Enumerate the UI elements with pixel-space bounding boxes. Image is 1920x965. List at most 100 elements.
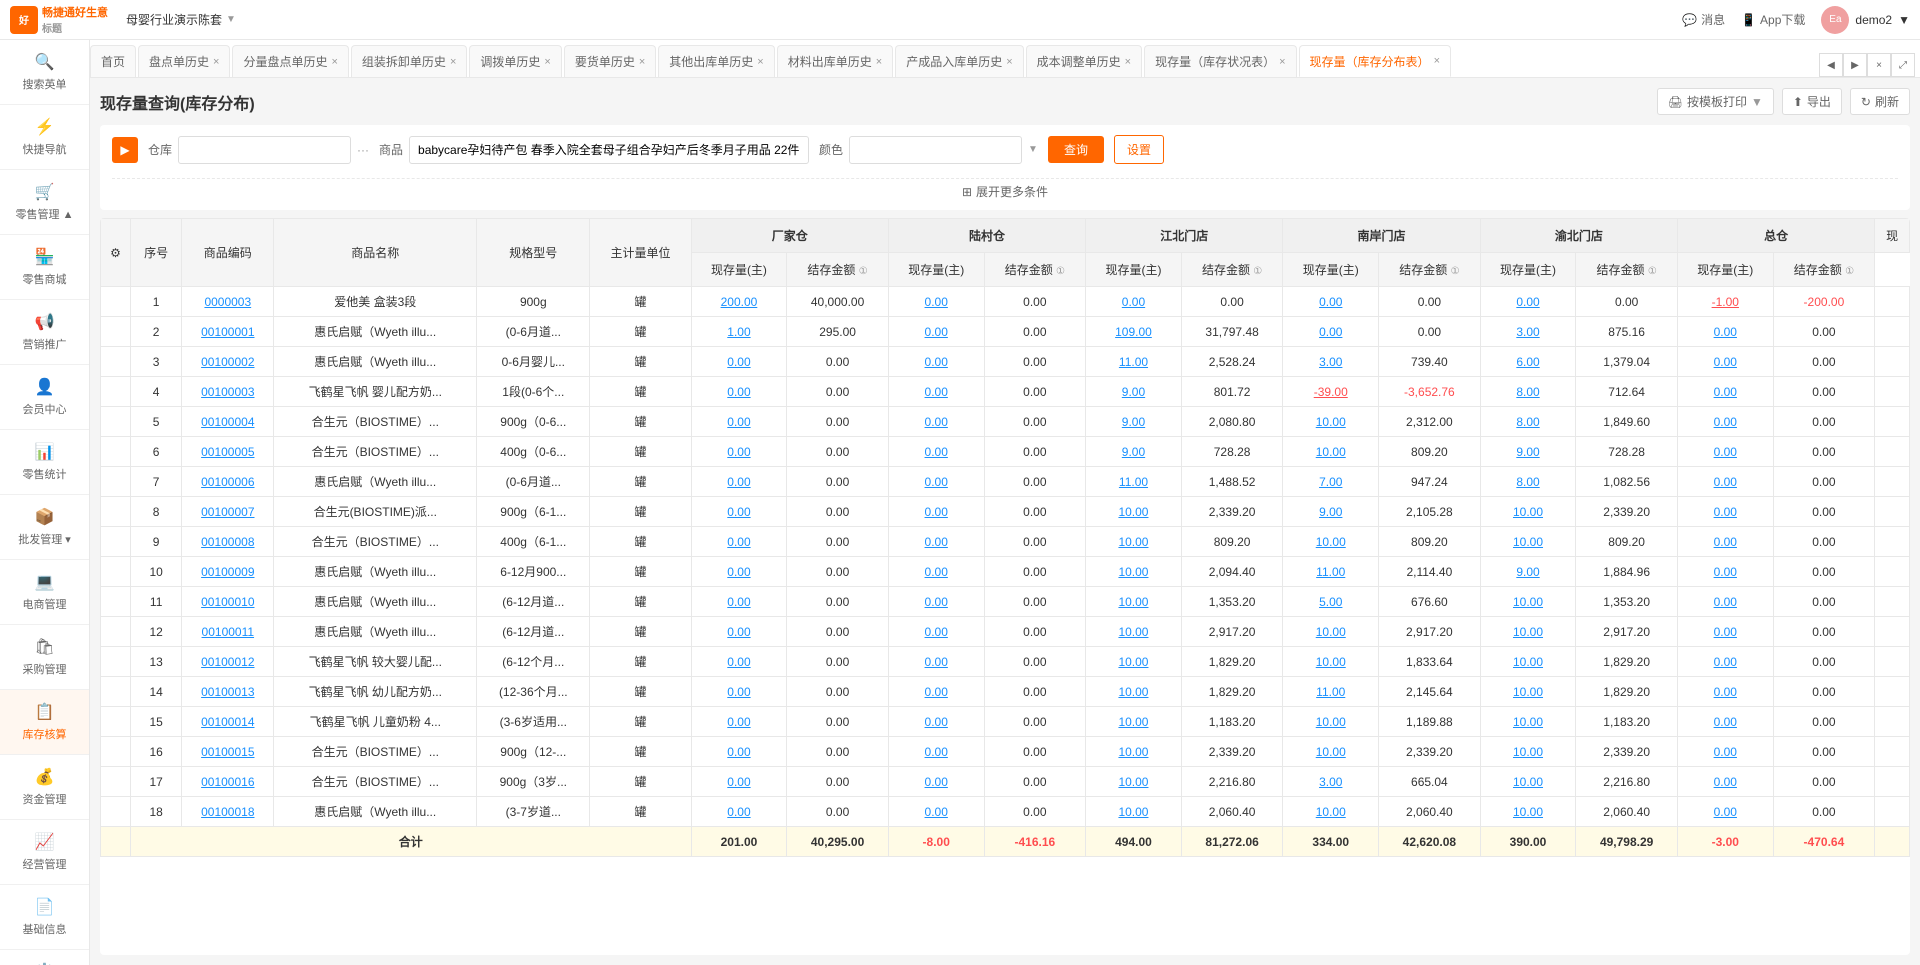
sidebar-item-finance[interactable]: 💰 资金管理 bbox=[0, 755, 89, 820]
tab-close-t1[interactable]: × bbox=[213, 56, 219, 68]
sidebar-item-purchase[interactable]: 🛍 采购管理 bbox=[0, 625, 89, 690]
tab-t11[interactable]: 现存量（库存分布表） × bbox=[1299, 45, 1451, 77]
tab-t4[interactable]: 调拨单历史 × bbox=[469, 45, 561, 77]
selector[interactable]: 母婴行业演示陈套 ▼ bbox=[126, 11, 236, 28]
search-icon: 🔍 bbox=[5, 52, 84, 72]
operations-icon: 📈 bbox=[5, 832, 84, 852]
wholesale-icon: 📦 bbox=[5, 507, 84, 527]
tab-t2[interactable]: 分量盘点单历史 × bbox=[232, 45, 348, 77]
messages-btn[interactable]: 💬 消息 bbox=[1682, 11, 1725, 28]
user-area[interactable]: Ea demo2 ▼ bbox=[1821, 6, 1910, 34]
tab-close-t6[interactable]: × bbox=[757, 56, 763, 68]
wh6-info-icon[interactable]: ① bbox=[1845, 266, 1854, 277]
sidebar-item-operations[interactable]: 📈 经营管理 bbox=[0, 820, 89, 885]
sidebar-item-system[interactable]: ⚙️ 系统管理 bbox=[0, 950, 89, 965]
tab-home[interactable]: 首页 bbox=[90, 45, 136, 77]
tab-t8[interactable]: 产成品入库单历史 × bbox=[895, 45, 1023, 77]
sidebar-item-member[interactable]: 👤 会员中心 bbox=[0, 365, 89, 430]
print-btn[interactable]: 🖨 按模板打印 ▼ bbox=[1657, 88, 1774, 115]
sidebar-item-search[interactable]: 🔍 搜索英单 bbox=[0, 40, 89, 105]
tab-bar: 首页 盘点单历史 × 分量盘点单历史 × 组装拆卸单历史 × 调拨单历史 × bbox=[90, 40, 1920, 78]
expand-filter-btn[interactable]: ⊞ 展开更多条件 bbox=[112, 178, 1898, 200]
product-filter: 商品 bbox=[379, 136, 809, 164]
col-group-wh2: 陆村仓 bbox=[888, 219, 1085, 253]
tab-t6[interactable]: 其他出库单历史 × bbox=[658, 45, 774, 77]
table-row: 1400100013飞鹤星飞帆 幼儿配方奶...(12-36个月...罐0.00… bbox=[101, 677, 1910, 707]
base-info-icon: 📄 bbox=[5, 897, 84, 917]
sidebar-item-quicknav[interactable]: ⚡ 快捷导航 bbox=[0, 105, 89, 170]
tab-close-t5[interactable]: × bbox=[639, 56, 645, 68]
filter-toggle-btn[interactable]: ▶ bbox=[112, 137, 138, 163]
table-row: 600100005合生元（BIOSTIME）...400g（0-6...罐0.0… bbox=[101, 437, 1910, 467]
tab-close-t4[interactable]: × bbox=[544, 56, 550, 68]
expand-filter-icon: ⊞ bbox=[962, 185, 972, 199]
tab-nav-next[interactable]: ▶ bbox=[1843, 53, 1867, 77]
table-container[interactable]: ⚙ 序号 商品编码 商品名称 规格型号 主计量单位 厂家仓 陆村仓 江北门店 南… bbox=[100, 218, 1910, 955]
tab-close-t3[interactable]: × bbox=[450, 56, 456, 68]
col-wh2-amt: 结存金额 ① bbox=[984, 253, 1086, 287]
table-row: 1300100012飞鹤星飞帆 较大婴儿配...(6-12个月...罐0.000… bbox=[101, 647, 1910, 677]
settings-button[interactable]: 设置 bbox=[1114, 135, 1164, 164]
sidebar-item-ecommerce[interactable]: 💻 电商管理 bbox=[0, 560, 89, 625]
col-no: 序号 bbox=[131, 219, 182, 287]
sidebar-item-marketing[interactable]: 📢 营销推广 bbox=[0, 300, 89, 365]
top-bar: 好 畅捷通好生意 标题 母婴行业演示陈套 ▼ 💬 消息 📱 App下载 bbox=[0, 0, 1920, 40]
tab-t1[interactable]: 盘点单历史 × bbox=[138, 45, 230, 77]
refresh-btn[interactable]: ↻ 刷新 bbox=[1850, 88, 1910, 115]
wh1-info-icon[interactable]: ① bbox=[859, 266, 868, 277]
col-wh5-amt: 结存金额 ① bbox=[1576, 253, 1678, 287]
sidebar-item-wholesale[interactable]: 📦 批发管理 ▾ bbox=[0, 495, 89, 560]
top-bar-right: 💬 消息 📱 App下载 Ea demo2 ▼ bbox=[1682, 6, 1910, 34]
page-header: 现存量查询(库存分布) 🖨 按模板打印 ▼ ⬆ 导出 ↻ bbox=[100, 88, 1910, 115]
warehouse-input[interactable] bbox=[178, 136, 351, 164]
tab-t3[interactable]: 组装拆卸单历史 × bbox=[351, 45, 467, 77]
sidebar-item-base-info[interactable]: 📄 基础信息 bbox=[0, 885, 89, 950]
wh5-info-icon[interactable]: ① bbox=[1648, 266, 1657, 277]
sidebar-item-retail-stats[interactable]: 📊 零售统计 bbox=[0, 430, 89, 495]
tab-nav-expand[interactable]: ⤢ bbox=[1891, 53, 1915, 77]
col-current: 现 bbox=[1875, 219, 1910, 253]
app-download-btn[interactable]: 📱 App下载 bbox=[1741, 11, 1805, 28]
avatar-initial: Ea bbox=[1829, 14, 1841, 25]
tab-close-t11[interactable]: × bbox=[1434, 55, 1440, 67]
color-input[interactable] bbox=[849, 136, 1022, 164]
tab-close-t10[interactable]: × bbox=[1279, 56, 1285, 68]
table-row: 800100007合生元(BIOSTIME)派...900g（6-1...罐0.… bbox=[101, 497, 1910, 527]
wh4-info-icon[interactable]: ① bbox=[1451, 266, 1460, 277]
tab-close-t2[interactable]: × bbox=[331, 56, 337, 68]
col-group-wh6: 总仓 bbox=[1677, 219, 1874, 253]
query-button[interactable]: 查询 bbox=[1048, 136, 1104, 163]
tab-close-t9[interactable]: × bbox=[1125, 56, 1131, 68]
product-input[interactable] bbox=[409, 136, 809, 164]
wh3-info-icon[interactable]: ① bbox=[1253, 266, 1262, 277]
color-filter: 颜色 ▼ bbox=[819, 136, 1038, 164]
col-unit: 主计量单位 bbox=[590, 219, 691, 287]
tab-nav-prev[interactable]: ◀ bbox=[1819, 53, 1843, 77]
total-row: 合计201.0040,295.00-8.00-416.16494.0081,27… bbox=[101, 827, 1910, 857]
col-settings[interactable]: ⚙ bbox=[101, 219, 131, 287]
tab-close-t7[interactable]: × bbox=[876, 56, 882, 68]
tab-t9[interactable]: 成本调整单历史 × bbox=[1026, 45, 1142, 77]
tab-t10[interactable]: 现存量（库存状况表） × bbox=[1144, 45, 1296, 77]
retail-stats-icon: 📊 bbox=[5, 442, 84, 462]
username: demo2 bbox=[1855, 13, 1892, 27]
sidebar-item-inventory[interactable]: 📋 库存核算 bbox=[0, 690, 89, 755]
tab-close-t8[interactable]: × bbox=[1006, 56, 1012, 68]
filter-area: ▶ 仓库 ··· 商品 颜色 ▼ 查询 bbox=[100, 125, 1910, 210]
sidebar-item-retail-mall[interactable]: 🏪 零售商城 bbox=[0, 235, 89, 300]
tab-nav-close[interactable]: × bbox=[1867, 53, 1891, 77]
message-icon: 💬 bbox=[1682, 13, 1697, 27]
logo-area: 好 畅捷通好生意 标题 bbox=[10, 4, 108, 35]
col-code: 商品编码 bbox=[182, 219, 274, 287]
wh2-info-icon[interactable]: ① bbox=[1056, 266, 1065, 277]
col-wh1-amt: 结存金额 ① bbox=[787, 253, 889, 287]
col-wh3-qty: 现存量(主) bbox=[1086, 253, 1182, 287]
logo-icon: 好 bbox=[10, 6, 38, 34]
tab-t7[interactable]: 材料出库单历史 × bbox=[777, 45, 893, 77]
tab-t5[interactable]: 要货单历史 × bbox=[564, 45, 656, 77]
quicknav-icon: ⚡ bbox=[5, 117, 84, 137]
sidebar-item-retail-mgmt[interactable]: 🛒 零售管理 ▲ bbox=[0, 170, 89, 235]
export-icon: ⬆ bbox=[1793, 95, 1803, 109]
ecommerce-icon: 💻 bbox=[5, 572, 84, 592]
export-btn[interactable]: ⬆ 导出 bbox=[1782, 88, 1842, 115]
